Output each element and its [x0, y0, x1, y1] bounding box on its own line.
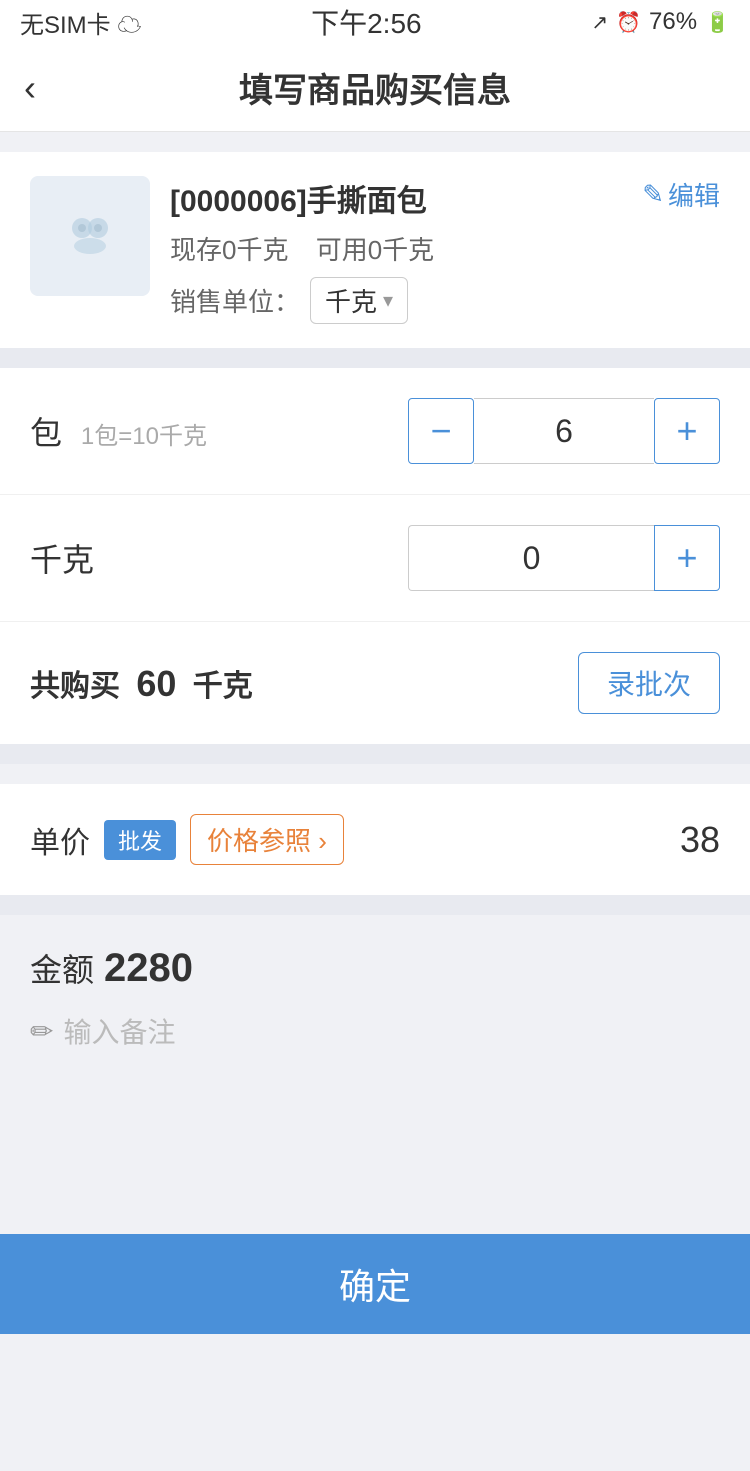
- unit-label: 销售单位：: [170, 282, 300, 319]
- price-section: 单价 批发 价格参照 › 38: [0, 784, 750, 895]
- bao-minus-button[interactable]: −: [408, 398, 474, 464]
- sim-label: 无SIM卡 ☁: [20, 5, 141, 40]
- product-card: [0000006]手撕面包 ✎ 编辑 现存0千克 可用0千克 销售单位： 千克 …: [0, 152, 750, 348]
- back-button[interactable]: ‹: [24, 67, 36, 109]
- amount-label: 金额: [30, 945, 94, 991]
- section-divider-3: [0, 895, 750, 915]
- total-row: 共购买 60 千克 录批次: [0, 622, 750, 744]
- quantity-row-bao: 包 1包=10千克 − +: [0, 368, 750, 495]
- kg-input[interactable]: [408, 525, 654, 591]
- product-stock: 现存0千克 可用0千克: [170, 230, 720, 267]
- edit-label: 编辑: [668, 176, 720, 213]
- status-right: ↗ ⏰ 76% 🔋: [591, 8, 730, 36]
- edit-icon: ✎: [642, 179, 664, 210]
- status-time: 下午2:56: [311, 2, 422, 42]
- dropdown-icon: ▾: [383, 288, 393, 313]
- total-amount: 60: [136, 663, 176, 704]
- bao-input[interactable]: [474, 398, 654, 464]
- edit-button[interactable]: ✎ 编辑: [642, 176, 720, 213]
- stock-available: 可用0千克: [316, 235, 434, 265]
- section-divider-1: [0, 348, 750, 368]
- quantity-row-kg: 千克 +: [0, 495, 750, 622]
- quantity-section: 包 1包=10千克 − + 千克 +: [0, 368, 750, 622]
- product-name: [0000006]手撕面包: [170, 176, 427, 220]
- price-value: 38: [680, 819, 720, 861]
- bao-sublabel: 1包=10千克: [81, 423, 207, 450]
- battery-level: 76%: [649, 8, 697, 36]
- stock-current: 现存0千克: [170, 235, 288, 265]
- bao-controls: − +: [408, 398, 720, 464]
- battery-icon: 🔋: [705, 10, 730, 35]
- confirm-button[interactable]: 确定: [0, 1234, 750, 1334]
- nav-bar: ‹ 填写商品购买信息: [0, 44, 750, 132]
- alarm-icon: ⏰: [616, 10, 641, 35]
- note-row[interactable]: ✏ 输入备注: [30, 1011, 720, 1061]
- product-unit-row: 销售单位： 千克 ▾: [170, 277, 720, 324]
- bao-label: 包 1包=10千克: [30, 408, 408, 454]
- note-placeholder: 输入备注: [63, 1011, 175, 1051]
- page-title: 填写商品购买信息: [239, 63, 511, 112]
- batch-button[interactable]: 录批次: [578, 652, 720, 714]
- amount-value: 2280: [104, 946, 193, 991]
- unit-value: 千克: [325, 282, 377, 319]
- section-divider-2: [0, 744, 750, 764]
- product-image: [30, 176, 150, 296]
- bao-plus-button[interactable]: +: [654, 398, 720, 464]
- kg-controls: +: [408, 525, 720, 591]
- product-header-row: [0000006]手撕面包 ✎ 编辑: [170, 176, 720, 230]
- price-tag: 批发: [104, 820, 176, 860]
- kg-plus-button[interactable]: +: [654, 525, 720, 591]
- unit-select[interactable]: 千克 ▾: [310, 277, 408, 324]
- status-bar: 无SIM卡 ☁ 下午2:56 ↗ ⏰ 76% 🔋: [0, 0, 750, 44]
- kg-label: 千克: [30, 535, 408, 581]
- price-label: 单价: [30, 818, 90, 862]
- amount-section: 金额 2280 ✏ 输入备注: [0, 915, 750, 1071]
- amount-row: 金额 2280: [30, 945, 720, 991]
- total-label: 共购买 60 千克: [30, 661, 253, 705]
- pencil-icon: ✏: [30, 1015, 53, 1048]
- price-ref-button[interactable]: 价格参照 ›: [190, 814, 344, 865]
- status-left: 无SIM卡 ☁: [20, 5, 141, 40]
- product-info: [0000006]手撕面包 ✎ 编辑 现存0千克 可用0千克 销售单位： 千克 …: [170, 176, 720, 324]
- location-icon: ↗: [591, 10, 608, 35]
